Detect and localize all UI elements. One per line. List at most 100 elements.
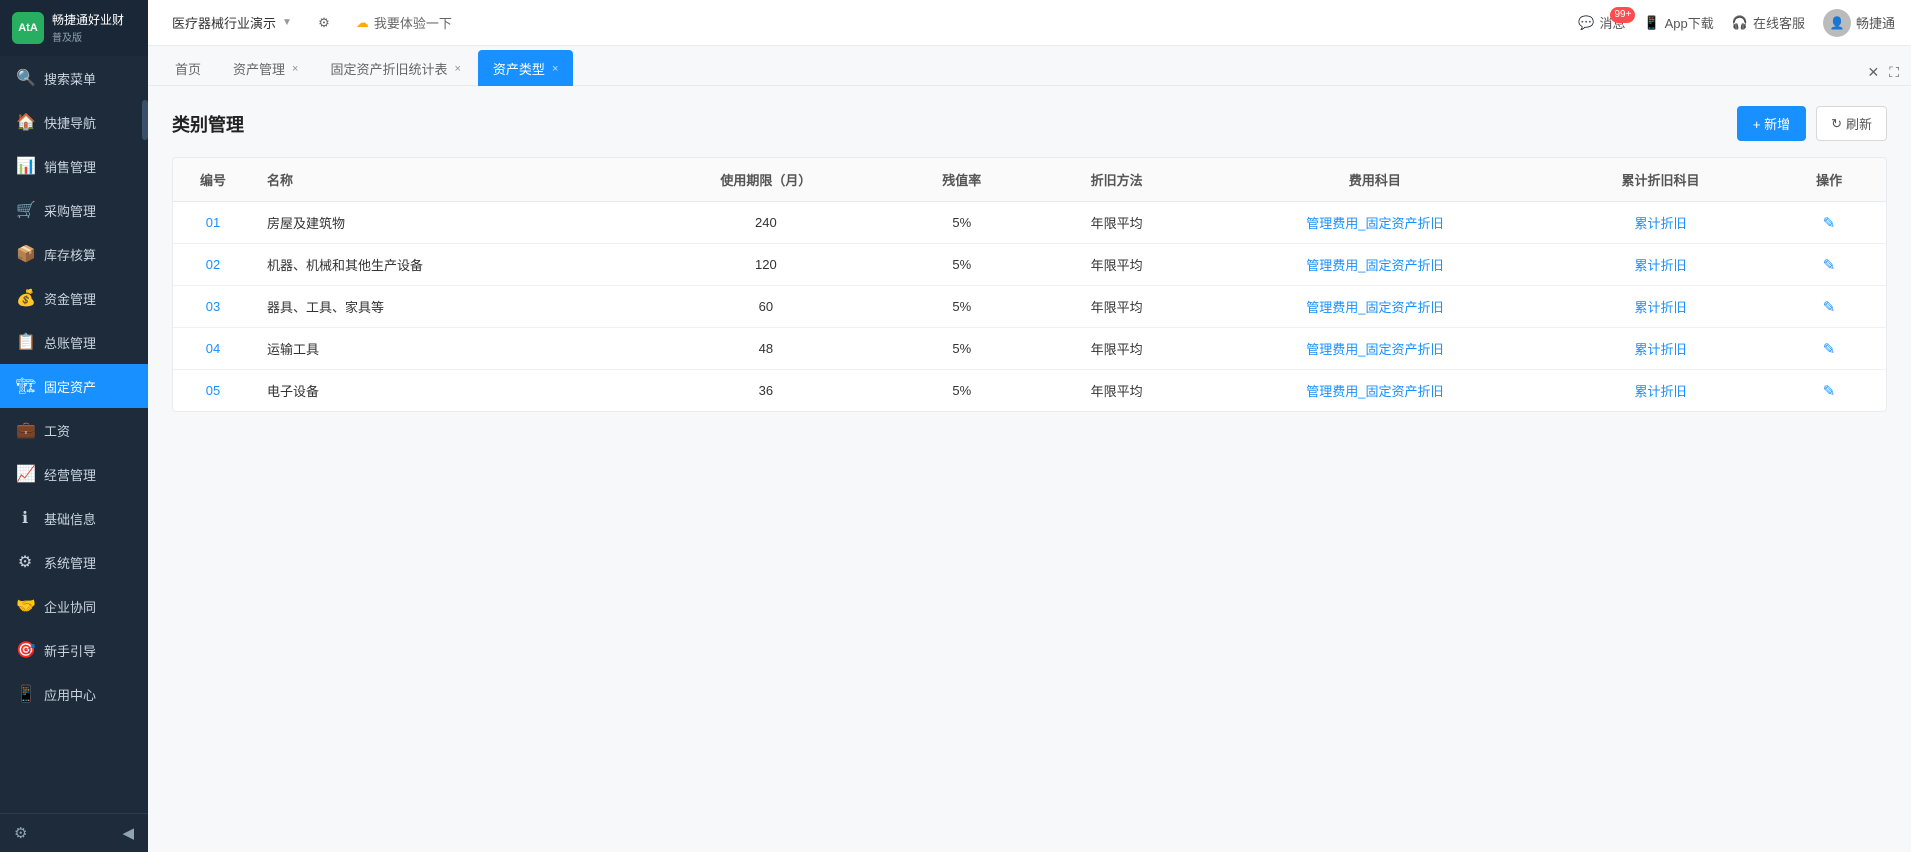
col-header-residual: 残值率 — [891, 158, 1032, 202]
service-button[interactable]: 🎧 在线客服 — [1732, 13, 1805, 32]
sidebar-scrollbar-thumb[interactable] — [142, 100, 148, 140]
cell-accumulated: 累计折旧 — [1549, 244, 1772, 286]
tab-fixed-asset-table-close[interactable]: × — [454, 63, 460, 75]
cell-expense: 管理费用_固定资产折旧 — [1201, 328, 1549, 370]
sidebar-item-guide[interactable]: 🎯 新手引导 — [0, 628, 148, 672]
edit-icon[interactable]: ✎ — [1823, 299, 1836, 316]
cooperation-icon: 🤝 — [16, 596, 34, 616]
module-selector[interactable]: 医疗器械行业演示 ▼ — [164, 9, 300, 36]
app-download-label: App下载 — [1665, 13, 1714, 32]
cell-action[interactable]: ✎ — [1772, 370, 1886, 412]
tab-fixed-asset-table[interactable]: 固定资产折旧统计表 × — [315, 50, 475, 86]
table-header-row: 编号 名称 使用期限（月） 残值率 折旧方法 费用科目 累计折旧科目 操作 — [173, 158, 1886, 202]
col-header-id: 编号 — [173, 158, 253, 202]
message-button[interactable]: 💬 消息 99+ — [1578, 13, 1625, 32]
module-dropdown-arrow: ▼ — [282, 17, 292, 28]
sidebar-item-quick-nav[interactable]: 🏠 快捷导航 — [0, 100, 148, 144]
cell-id: 05 — [173, 370, 253, 412]
search-icon: 🔍 — [16, 68, 34, 88]
cell-action[interactable]: ✎ — [1772, 244, 1886, 286]
cell-id: 02 — [173, 244, 253, 286]
cell-expense: 管理费用_固定资产折旧 — [1201, 370, 1549, 412]
sidebar-item-system[interactable]: ⚙ 系统管理 — [0, 540, 148, 584]
content-area: 类别管理 + 新增 ↻ 刷新 编号 名称 使用期限（月） 残值率 折旧方法 — [148, 86, 1911, 852]
sidebar-item-finance[interactable]: 💰 资金管理 — [0, 276, 148, 320]
cell-period: 240 — [641, 202, 892, 244]
sidebar-item-search[interactable]: 🔍 搜索菜单 — [0, 56, 148, 100]
sales-icon: 📊 — [16, 156, 34, 176]
table-row: 03 器具、工具、家具等 60 5% 年限平均 管理费用_固定资产折旧 累计折旧… — [173, 286, 1886, 328]
sidebar-item-payroll[interactable]: 💼 工资 — [0, 408, 148, 452]
sidebar-label-basic-info: 基础信息 — [44, 509, 96, 528]
cell-name: 电子设备 — [253, 370, 641, 412]
experience-label: 我要体验一下 — [374, 13, 452, 32]
cell-method: 年限平均 — [1032, 328, 1201, 370]
topbar: 医疗器械行业演示 ▼ ⚙ ☁ 我要体验一下 💬 消息 99+ 📱 App下载 🎧… — [148, 0, 1911, 46]
user-profile[interactable]: 👤 畅捷通 — [1823, 9, 1895, 37]
tab-home[interactable]: 首页 — [160, 50, 216, 86]
table-row: 01 房屋及建筑物 240 5% 年限平均 管理费用_固定资产折旧 累计折旧 ✎ — [173, 202, 1886, 244]
experience-button[interactable]: ☁ 我要体验一下 — [356, 13, 452, 32]
topbar-settings-button[interactable]: ⚙ — [310, 9, 338, 37]
table-body: 01 房屋及建筑物 240 5% 年限平均 管理费用_固定资产折旧 累计折旧 ✎… — [173, 202, 1886, 412]
sidebar-logo: AtA 畅捷通好业财 普及版 — [0, 0, 148, 56]
fixed-assets-icon: 🏗 — [16, 376, 34, 396]
new-button[interactable]: + 新增 — [1737, 106, 1806, 141]
sidebar-settings-icon[interactable]: ⚙ — [14, 824, 27, 842]
sidebar-item-inventory[interactable]: 📦 库存核算 — [0, 232, 148, 276]
refresh-button[interactable]: ↻ 刷新 — [1816, 106, 1887, 141]
cell-accumulated: 累计折旧 — [1549, 286, 1772, 328]
info-icon: ℹ — [16, 508, 34, 528]
tab-asset-type-close[interactable]: × — [552, 63, 558, 75]
payroll-icon: 💼 — [16, 420, 34, 440]
sidebar-item-operations[interactable]: 📈 经营管理 — [0, 452, 148, 496]
cell-period: 120 — [641, 244, 892, 286]
edit-icon[interactable]: ✎ — [1823, 215, 1836, 232]
sidebar-label-general-ledger: 总账管理 — [44, 333, 96, 352]
window-close-btn[interactable]: ✕ — [1867, 64, 1879, 81]
sidebar-label-operations: 经营管理 — [44, 465, 96, 484]
window-expand-btn[interactable]: ⛶ — [1889, 64, 1899, 81]
cell-action[interactable]: ✎ — [1772, 202, 1886, 244]
col-header-period: 使用期限（月） — [641, 158, 892, 202]
system-icon: ⚙ — [16, 552, 34, 572]
cell-id: 03 — [173, 286, 253, 328]
table-row: 04 运输工具 48 5% 年限平均 管理费用_固定资产折旧 累计折旧 ✎ — [173, 328, 1886, 370]
table-row: 05 电子设备 36 5% 年限平均 管理费用_固定资产折旧 累计折旧 ✎ — [173, 370, 1886, 412]
cell-period: 48 — [641, 328, 892, 370]
cell-accumulated: 累计折旧 — [1549, 370, 1772, 412]
sidebar-item-general-ledger[interactable]: 📋 总账管理 — [0, 320, 148, 364]
asset-type-table: 编号 名称 使用期限（月） 残值率 折旧方法 费用科目 累计折旧科目 操作 01… — [172, 157, 1887, 412]
cell-method: 年限平均 — [1032, 202, 1201, 244]
sidebar-label-inventory: 库存核算 — [44, 245, 96, 264]
page-actions: + 新增 ↻ 刷新 — [1737, 106, 1887, 141]
sidebar-item-sales[interactable]: 📊 销售管理 — [0, 144, 148, 188]
sidebar-item-app-center[interactable]: 📱 应用中心 — [0, 672, 148, 716]
sidebar-item-basic-info[interactable]: ℹ 基础信息 — [0, 496, 148, 540]
tab-asset-mgmt[interactable]: 资产管理 × — [218, 50, 313, 86]
user-name: 畅捷通 — [1856, 13, 1895, 32]
app-logo-icon: AtA — [12, 12, 44, 44]
cell-name: 房屋及建筑物 — [253, 202, 641, 244]
cell-residual: 5% — [891, 286, 1032, 328]
col-header-name: 名称 — [253, 158, 641, 202]
avatar: 👤 — [1823, 9, 1851, 37]
sidebar-collapse-icon[interactable]: ◀ — [122, 824, 134, 842]
tab-asset-type[interactable]: 资产类型 × — [478, 50, 573, 86]
sidebar-item-fixed-assets[interactable]: 🏗 固定资产 — [0, 364, 148, 408]
cell-expense: 管理费用_固定资产折旧 — [1201, 244, 1549, 286]
edit-icon[interactable]: ✎ — [1823, 383, 1836, 400]
sidebar-item-cooperation[interactable]: 🤝 企业协同 — [0, 584, 148, 628]
app-download-button[interactable]: 📱 App下载 — [1643, 13, 1713, 32]
edit-icon[interactable]: ✎ — [1823, 341, 1836, 358]
cell-action[interactable]: ✎ — [1772, 286, 1886, 328]
cell-residual: 5% — [891, 370, 1032, 412]
cell-action[interactable]: ✎ — [1772, 328, 1886, 370]
app-center-icon: 📱 — [16, 684, 34, 704]
cell-residual: 5% — [891, 244, 1032, 286]
edit-icon[interactable]: ✎ — [1823, 257, 1836, 274]
cell-id: 01 — [173, 202, 253, 244]
sidebar-label-cooperation: 企业协同 — [44, 597, 96, 616]
tab-asset-mgmt-close[interactable]: × — [292, 63, 298, 75]
sidebar-item-purchase[interactable]: 🛒 采购管理 — [0, 188, 148, 232]
